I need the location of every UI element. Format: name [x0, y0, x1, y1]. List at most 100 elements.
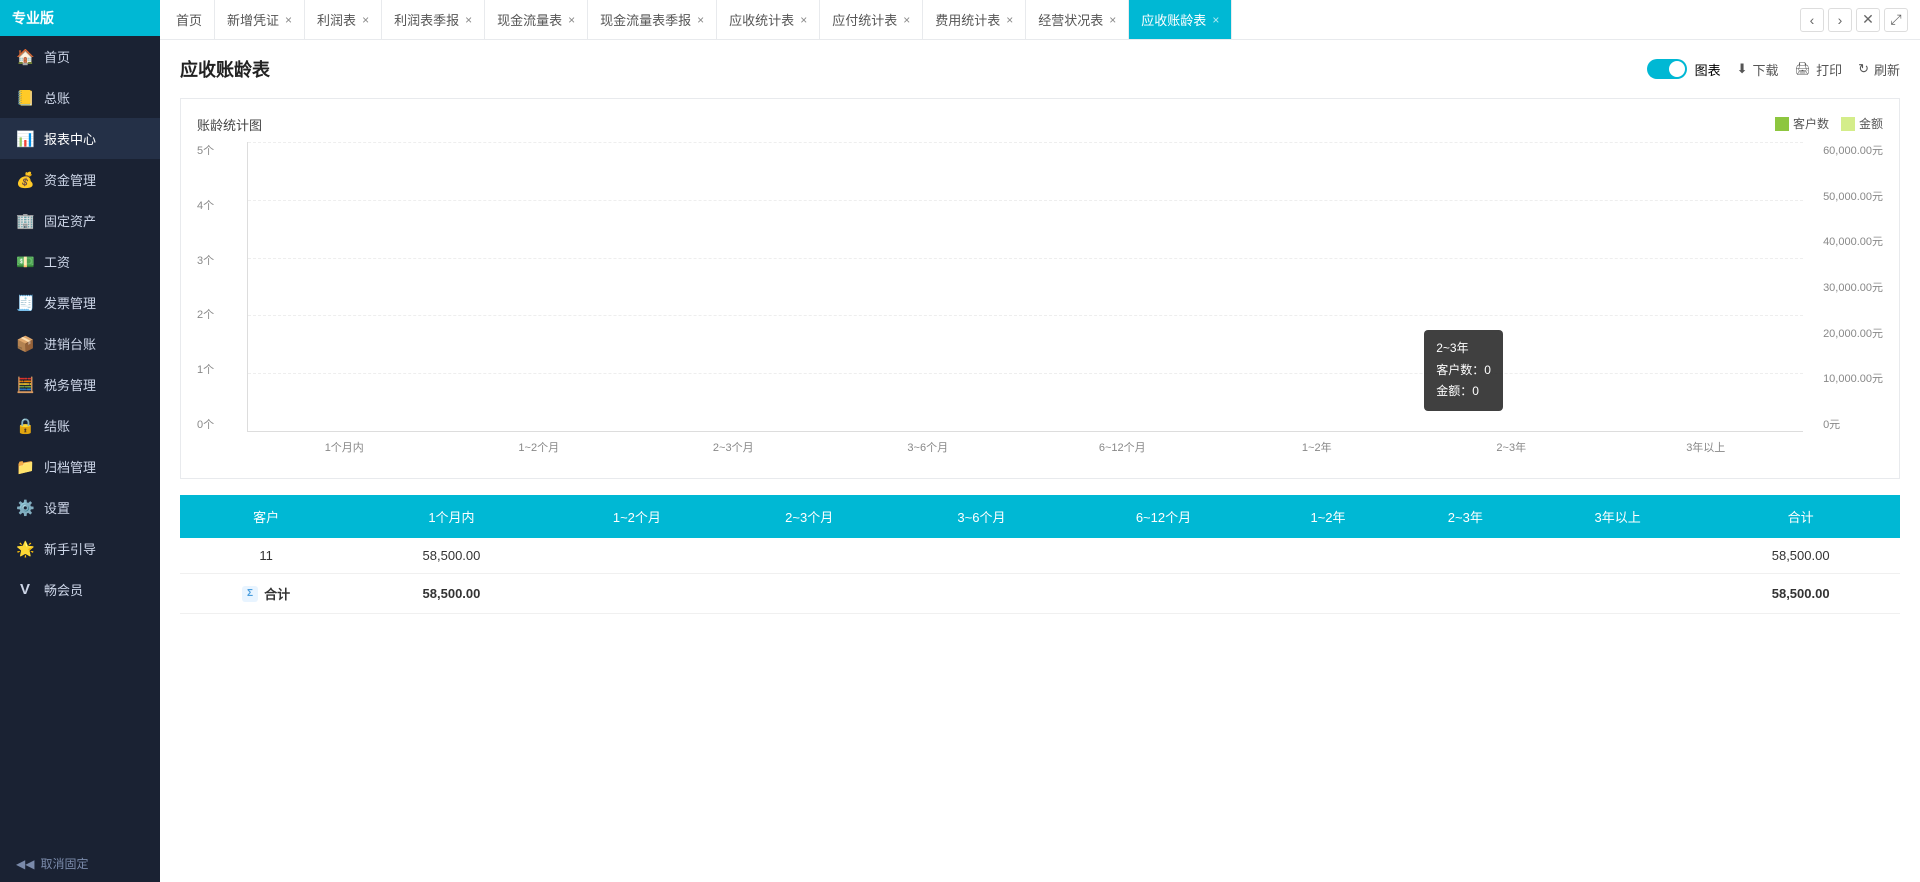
cell-m2-3-1 — [723, 538, 895, 574]
total-m1-2 — [551, 574, 723, 614]
tab-profit[interactable]: 利润表 × — [305, 0, 382, 40]
legend-customer-label: 客户数 — [1793, 115, 1829, 132]
sidebar-item-fund[interactable]: 💰 资金管理 — [0, 159, 160, 200]
tab-maximize-button[interactable]: ⤢ — [1884, 8, 1908, 32]
sidebar-item-guide[interactable]: 🌟 新手引导 — [0, 528, 160, 569]
sidebar-item-settings[interactable]: ⚙️ 设置 — [0, 487, 160, 528]
tab-receivable-stat-close[interactable]: × — [800, 13, 807, 27]
y-left-4: 4个 — [197, 197, 214, 213]
tab-next-button[interactable]: › — [1828, 8, 1852, 32]
tab-home[interactable]: 首页 — [164, 0, 215, 40]
sidebar-item-report[interactable]: 📊 报表中心 — [0, 118, 160, 159]
tab-cashflow-quarterly[interactable]: 现金流量表季报 × — [588, 0, 717, 40]
y-right-20000: 20,000.00元 — [1823, 325, 1883, 341]
sidebar-item-asset[interactable]: 🏢 固定资产 — [0, 200, 160, 241]
chart-container: 账龄统计图 客户数 金额 5个 4个 3 — [180, 98, 1900, 479]
page: 应收账龄表 图表 ⬇ 下载 🖨 打印 ↻ — [160, 40, 1920, 882]
tab-business-stat[interactable]: 经营状况表 × — [1026, 0, 1129, 40]
pin-icon: ◀◀ — [16, 857, 34, 871]
y-axis-left: 5个 4个 3个 2个 1个 0个 — [197, 142, 220, 432]
total-m2-3 — [723, 574, 895, 614]
sidebar-item-archive[interactable]: 📁 归档管理 — [0, 446, 160, 487]
report-icon: 📊 — [16, 130, 34, 148]
tab-profit-quarterly[interactable]: 利润表季报 × — [382, 0, 485, 40]
x-label-y2-3: 2~3年 — [1414, 432, 1609, 462]
total-icon: Σ — [242, 586, 258, 602]
cell-m1-1: 58,500.00 — [352, 538, 551, 574]
x-label-m1-2: 1~2个月 — [442, 432, 637, 462]
tab-cashflow-quarterly-close[interactable]: × — [697, 13, 704, 27]
page-actions: 图表 ⬇ 下载 🖨 打印 ↻ 刷新 — [1647, 59, 1900, 79]
close-books-icon: 🔒 — [16, 417, 34, 435]
y-left-2: 2个 — [197, 306, 214, 322]
chart-toggle[interactable] — [1647, 59, 1687, 79]
tab-aging-close[interactable]: × — [1212, 13, 1219, 27]
tab-receivable-stat[interactable]: 应收统计表 × — [717, 0, 820, 40]
cell-m3-6-1 — [895, 538, 1067, 574]
x-label-y1-2: 1~2年 — [1220, 432, 1415, 462]
x-label-y3plus: 3年以上 — [1609, 432, 1804, 462]
cell-total-1: 58,500.00 — [1701, 538, 1900, 574]
total-m6-12 — [1068, 574, 1260, 614]
sidebar-item-stock[interactable]: 📦 进销台账 — [0, 323, 160, 364]
chart-area: 5个 4个 3个 2个 1个 0个 — [197, 142, 1883, 462]
tax-icon: 🧮 — [16, 376, 34, 394]
tab-home-label: 首页 — [176, 10, 202, 29]
refresh-button[interactable]: ↻ 刷新 — [1858, 60, 1900, 79]
total-m3-6 — [895, 574, 1067, 614]
asset-icon: 🏢 — [16, 212, 34, 230]
x-label-m1: 1个月内 — [247, 432, 442, 462]
tab-voucher-close[interactable]: × — [285, 13, 292, 27]
sidebar-item-member[interactable]: V 畅会员 — [0, 569, 160, 610]
sidebar-label-guide: 新手引导 — [44, 539, 96, 558]
chart-toggle-label: 图表 — [1695, 60, 1721, 79]
y-left-3: 3个 — [197, 252, 214, 268]
sidebar-label-invoice: 发票管理 — [44, 293, 96, 312]
tab-cashflow[interactable]: 现金流量表 × — [485, 0, 588, 40]
print-button[interactable]: 🖨 打印 — [1795, 60, 1843, 79]
tab-voucher[interactable]: 新增凭证 × — [215, 0, 305, 40]
col-m6-12: 6~12个月 — [1068, 495, 1260, 538]
tab-profit-quarterly-close[interactable]: × — [465, 13, 472, 27]
sidebar-item-close[interactable]: 🔒 结账 — [0, 405, 160, 446]
tab-payable-stat[interactable]: 应付统计表 × — [820, 0, 923, 40]
tab-cashflow-close[interactable]: × — [568, 13, 575, 27]
invoice-icon: 🧾 — [16, 294, 34, 312]
sidebar-item-invoice[interactable]: 🧾 发票管理 — [0, 282, 160, 323]
sidebar-logo: 专业版 — [0, 0, 160, 36]
tab-expense-stat[interactable]: 费用统计表 × — [923, 0, 1026, 40]
sidebar-pin-toggle[interactable]: ◀◀ 取消固定 — [0, 845, 160, 882]
tab-payable-stat-close[interactable]: × — [903, 13, 910, 27]
col-m3-6: 3~6个月 — [895, 495, 1067, 538]
y-right-10000: 10,000.00元 — [1823, 370, 1883, 386]
tab-business-stat-close[interactable]: × — [1109, 13, 1116, 27]
settings-icon: ⚙️ — [16, 499, 34, 517]
tab-cashflow-quarterly-label: 现金流量表季报 — [600, 10, 691, 29]
tab-profit-close[interactable]: × — [362, 13, 369, 27]
col-y1-2: 1~2年 — [1259, 495, 1396, 538]
download-button[interactable]: ⬇ 下载 — [1737, 60, 1779, 79]
chart-legend: 客户数 金额 — [1775, 115, 1883, 132]
sidebar-item-tax[interactable]: 🧮 税务管理 — [0, 364, 160, 405]
sidebar-item-payroll[interactable]: 💵 工资 — [0, 241, 160, 282]
sidebar-item-home[interactable]: 🏠 首页 — [0, 36, 160, 77]
sidebar-item-ledger[interactable]: 📒 总账 — [0, 77, 160, 118]
legend-customer-count: 客户数 — [1775, 115, 1829, 132]
table-header-row: 客户 1个月内 1~2个月 2~3个月 3~6个月 6~12个月 1~2年 2~… — [180, 495, 1900, 538]
cell-y3plus-1 — [1534, 538, 1701, 574]
chart-tooltip: 2~3年 客户数：0 金额：0 — [1424, 330, 1503, 411]
print-label: 打印 — [1816, 60, 1842, 79]
tab-expense-stat-close[interactable]: × — [1006, 13, 1013, 27]
bars-area: 2~3年 客户数：0 金额：0 — [248, 142, 1803, 431]
y-right-50000: 50,000.00元 — [1823, 188, 1883, 204]
tab-prev-button[interactable]: ‹ — [1800, 8, 1824, 32]
table-total-row: Σ 合计 58,500.00 58,500.00 — [180, 574, 1900, 614]
tab-close-all-button[interactable]: ✕ — [1856, 8, 1880, 32]
x-label-m6-12: 6~12个月 — [1025, 432, 1220, 462]
sidebar-label-home: 首页 — [44, 47, 70, 66]
col-y2-3: 2~3年 — [1397, 495, 1534, 538]
sidebar-label-member: 畅会员 — [44, 580, 83, 599]
tab-business-stat-label: 经营状况表 — [1038, 10, 1103, 29]
tab-aging[interactable]: 应收账龄表 × — [1129, 0, 1232, 40]
y-left-1: 1个 — [197, 361, 214, 377]
